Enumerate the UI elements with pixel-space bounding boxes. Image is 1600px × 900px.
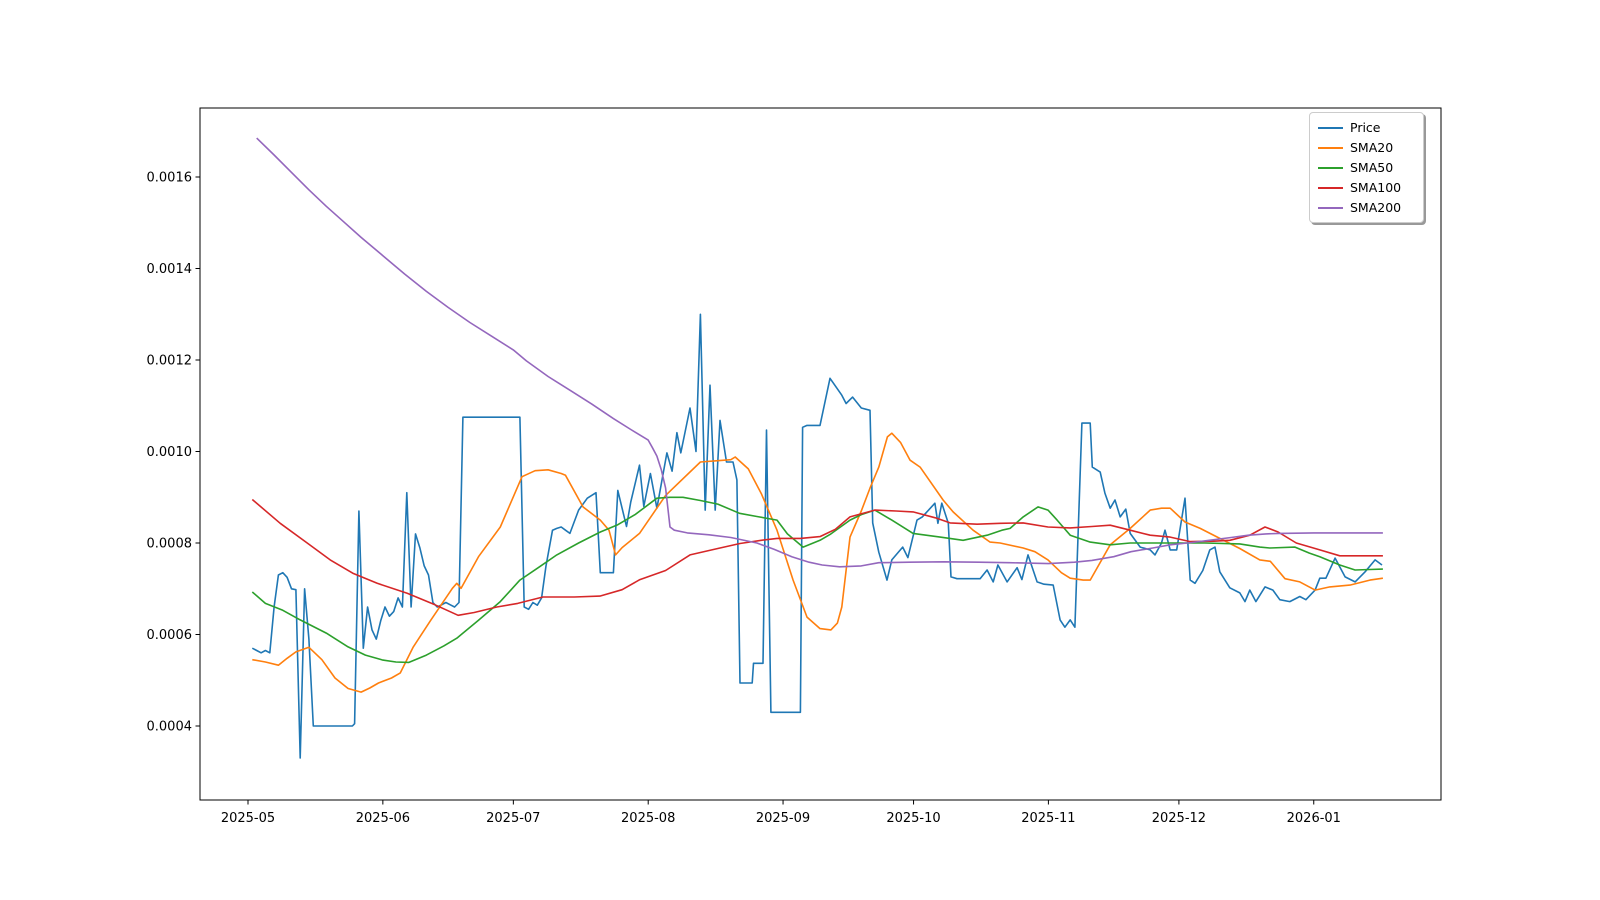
- x-tick-label: 2025-12: [1152, 811, 1206, 826]
- legend-item-sma50: SMA50: [1318, 160, 1415, 175]
- legend-item-price: Price: [1318, 120, 1415, 135]
- legend-line-swatch-sma200: [1318, 206, 1343, 209]
- legend-line-swatch-sma100: [1318, 186, 1343, 189]
- chart-figure: 2025-05 2025-06 2025-07 2025-08 2025-09 …: [0, 0, 1600, 900]
- y-tick-label: 0.0016: [147, 171, 193, 186]
- y-tick-label: 0.0008: [147, 537, 193, 552]
- x-tick-label: 2026-01: [1287, 811, 1341, 826]
- x-tick-label: 2025-10: [886, 811, 940, 826]
- y-tick-label: 0.0014: [147, 262, 193, 277]
- series-line-sma20: [252, 432, 1384, 693]
- legend-label: SMA50: [1350, 160, 1394, 175]
- legend-label: SMA200: [1350, 200, 1402, 215]
- x-tick-label: 2025-09: [756, 811, 810, 826]
- y-tick-label: 0.0012: [147, 354, 193, 369]
- plot-area: [199, 107, 1442, 801]
- x-tick-label: 2025-08: [621, 811, 675, 826]
- x-tick-label: 2025-11: [1021, 811, 1075, 826]
- y-axis-tick-labels: 0.0004 0.0006 0.0008 0.0010 0.0012 0.001…: [147, 171, 193, 735]
- legend-label: SMA100: [1350, 180, 1402, 195]
- legend-line-swatch-sma50: [1318, 166, 1343, 169]
- legend-line-swatch-price: [1318, 126, 1343, 129]
- legend-item-sma200: SMA200: [1318, 200, 1415, 215]
- legend-item-sma20: SMA20: [1318, 140, 1415, 155]
- x-tick-label: 2025-07: [486, 811, 540, 826]
- x-axis-tick-labels: 2025-05 2025-06 2025-07 2025-08 2025-09 …: [221, 811, 1341, 826]
- y-tick-label: 0.0006: [147, 628, 193, 643]
- series-line-sma200: [256, 137, 1383, 568]
- legend-label: Price: [1350, 120, 1381, 135]
- legend-line-swatch-sma20: [1318, 146, 1343, 149]
- y-tick-label: 0.0004: [147, 720, 193, 735]
- legend-label: SMA20: [1350, 140, 1394, 155]
- x-tick-label: 2025-05: [221, 811, 275, 826]
- series-line-sma50: [251, 496, 1383, 664]
- legend-item-sma100: SMA100: [1318, 180, 1415, 195]
- legend: Price SMA20 SMA50 SMA100 SMA200: [1309, 112, 1424, 223]
- x-tick-label: 2025-06: [356, 811, 410, 826]
- chart-series: [251, 137, 1384, 759]
- axis-tick-marks: [195, 176, 1315, 805]
- y-tick-label: 0.0010: [147, 445, 193, 460]
